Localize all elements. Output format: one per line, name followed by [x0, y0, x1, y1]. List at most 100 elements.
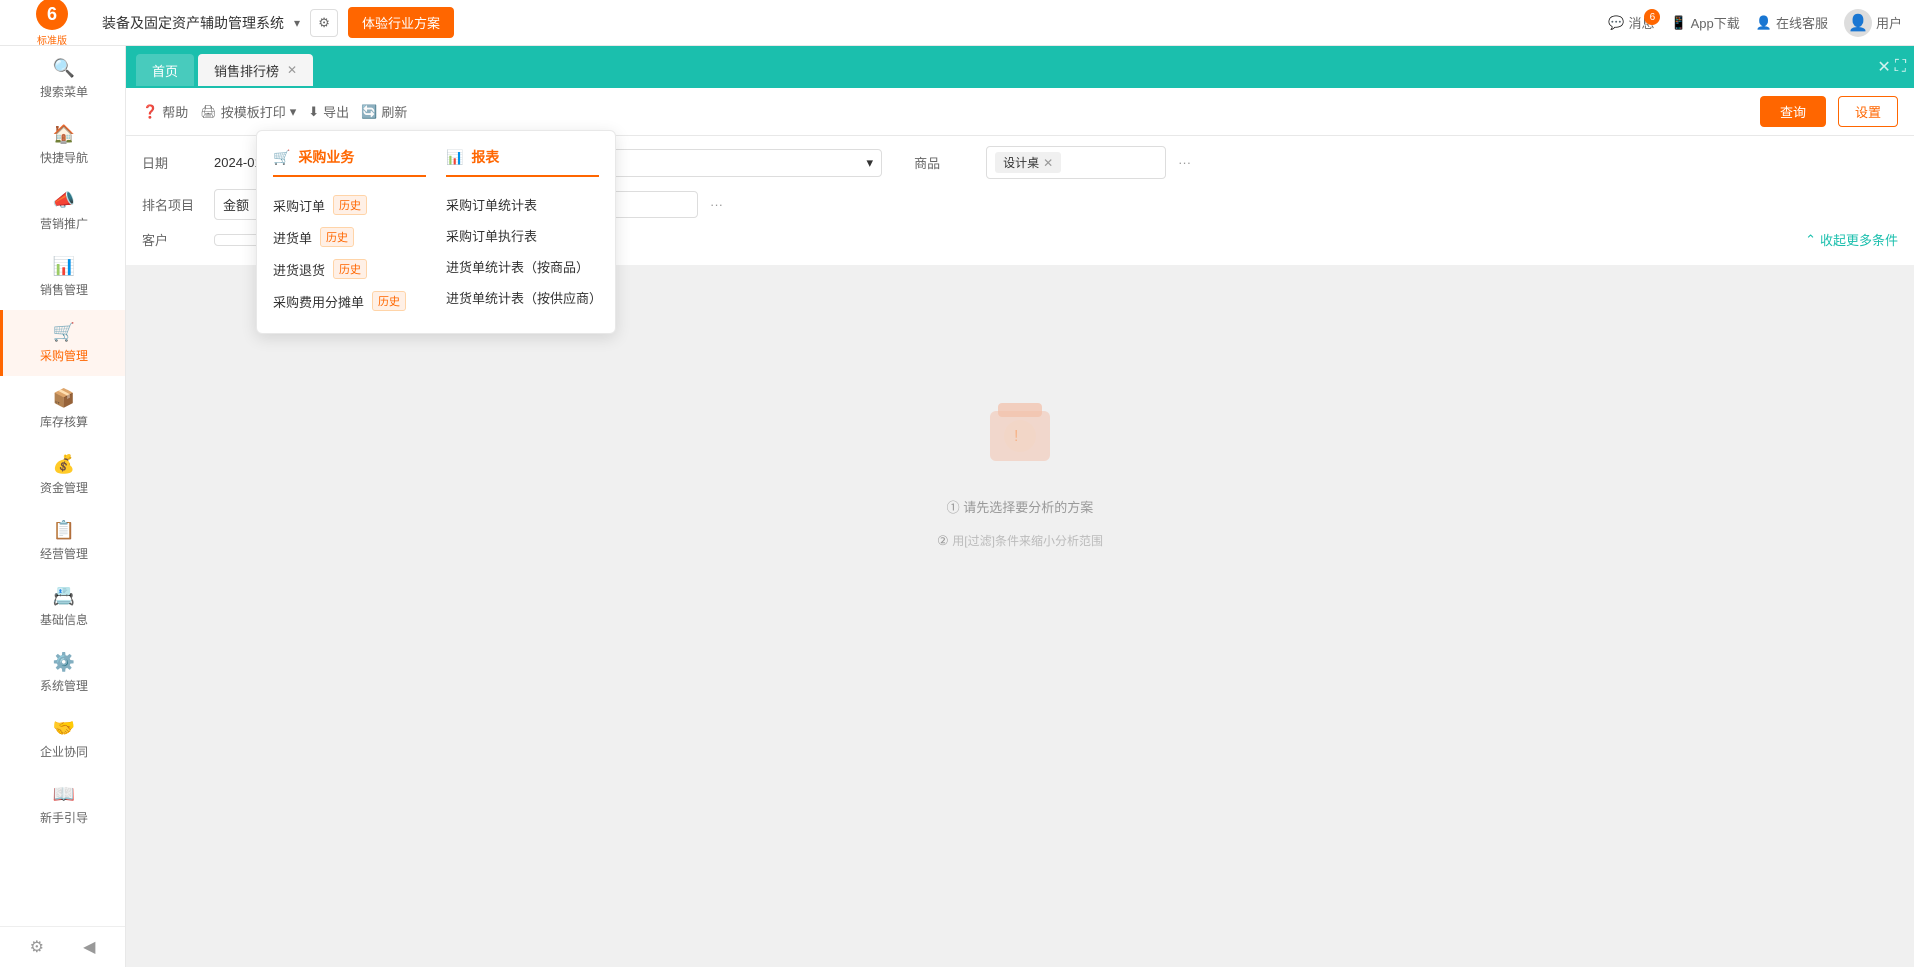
- set-btn[interactable]: 设置: [1838, 96, 1898, 127]
- message-badge: 6: [1644, 9, 1660, 25]
- purchase-menu-icon: 🛒: [273, 149, 290, 166]
- sidebar-label-enterprise: 企业协同: [40, 743, 88, 760]
- refresh-btn[interactable]: 🔄 刷新: [361, 102, 407, 121]
- help-icon: ❓: [142, 104, 158, 120]
- enterprise-icon: 🤝: [53, 718, 75, 739]
- sidebar-label-guide: 新手引导: [40, 809, 88, 826]
- menu-item-inbound[interactable]: 进货单 历史: [273, 221, 426, 253]
- main-layout: 🔍 搜索菜单 🏠 快捷导航 📣 营销推广 📊 销售管理 🛒 采购管理 📦: [0, 46, 1914, 967]
- menu-item-purchase-cost[interactable]: 采购费用分摊单 历史: [273, 285, 426, 317]
- service-icon: 👤: [1756, 15, 1772, 31]
- inbound-stats-supplier-label: 进货单统计表（按供应商）: [446, 288, 599, 307]
- empty-tip2-text: 用[过滤]条件来缩小分析范围: [952, 534, 1103, 548]
- inventory-icon: 📦: [53, 388, 75, 409]
- message-icon: 💬: [1608, 15, 1624, 31]
- sidebar-label-operations: 经营管理: [40, 545, 88, 562]
- sales-icon: 📊: [53, 256, 75, 277]
- export-icon: ⬇: [308, 104, 319, 120]
- marketing-icon: 📣: [53, 190, 75, 211]
- system-title: 装备及固定资产辅助管理系统: [102, 13, 284, 33]
- purchase-order-label: 采购订单: [273, 196, 325, 215]
- sidebar-item-enterprise[interactable]: 🤝 企业协同: [0, 706, 125, 772]
- sidebar-label-quick-nav: 快捷导航: [40, 149, 88, 166]
- svg-text:!: !: [1014, 428, 1018, 445]
- print-icon: 🖨: [200, 104, 217, 120]
- tab-expand-btn[interactable]: ⛶: [1895, 58, 1906, 76]
- collapse-up-icon: ⌃: [1805, 232, 1816, 248]
- sidebar-label-finance: 资金管理: [40, 479, 88, 496]
- tab-bar: 首页 销售排行榜 ✕ ✕ ⛶: [126, 46, 1914, 88]
- reports-col-title: 📊 报表: [446, 147, 599, 177]
- tab-home[interactable]: 首页: [136, 54, 194, 86]
- menu-item-purchase-order[interactable]: 采购订单 历史: [273, 189, 426, 221]
- finance-icon: 💰: [53, 454, 75, 475]
- goods-tag-remove-btn[interactable]: ✕: [1043, 156, 1053, 170]
- hist-badge-4[interactable]: 历史: [372, 291, 406, 311]
- export-label: 导出: [323, 102, 349, 121]
- avatar-icon: 👤: [1844, 9, 1872, 37]
- operations-icon: 📋: [53, 520, 75, 541]
- po-stats-label: 采购订单统计表: [446, 195, 537, 214]
- sidebar-item-search[interactable]: 🔍 搜索菜单: [0, 46, 125, 112]
- sidebar-item-sales[interactable]: 📊 销售管理: [0, 244, 125, 310]
- user-label: 用户: [1876, 13, 1902, 32]
- sidebar-item-system[interactable]: ⚙️ 系统管理: [0, 640, 125, 706]
- user-btn[interactable]: 👤 用户: [1844, 9, 1902, 37]
- sidebar-item-quick-nav[interactable]: 🏠 快捷导航: [0, 112, 125, 178]
- query-btn[interactable]: 查询: [1760, 96, 1826, 127]
- app-download-btn[interactable]: 📱 App下载: [1670, 13, 1739, 32]
- tab-sales-rank-label: 销售排行榜: [214, 61, 279, 80]
- tab-close-all-btn[interactable]: ✕: [1877, 57, 1890, 77]
- search-icon: 🔍: [53, 58, 75, 79]
- goods-tag-label: 设计桌: [1003, 154, 1039, 171]
- message-btn[interactable]: 💬 消息 6: [1608, 13, 1654, 32]
- hist-badge-1[interactable]: 历史: [333, 195, 367, 215]
- menu-item-inbound-stats-supplier[interactable]: 进货单统计表（按供应商）: [446, 282, 599, 313]
- dropdown-menu: 🛒 采购业务 采购订单 历史 进货单 历史 进货退货: [256, 130, 616, 334]
- refresh-icon: 🔄: [361, 104, 377, 120]
- goods-filter-label: 商品: [914, 153, 974, 172]
- purchase-menu-col: 🛒 采购业务 采购订单 历史 进货单 历史 进货退货: [273, 147, 426, 317]
- sidebar-item-marketing[interactable]: 📣 营销推广: [0, 178, 125, 244]
- empty-tip1: ① 请先选择要分析的方案: [947, 497, 1094, 516]
- goods-input[interactable]: 设计桌 ✕: [986, 146, 1166, 179]
- menu-item-inbound-return[interactable]: 进货退货 历史: [273, 253, 426, 285]
- hist-badge-3[interactable]: 历史: [333, 259, 367, 279]
- goods-dots[interactable]: ···: [1178, 155, 1191, 170]
- toolbar: ❓ 帮助 🖨 按模板打印 ▾ ⬇ 导出 🔄 刷新: [126, 88, 1914, 136]
- industry-btn[interactable]: 体验行业方案: [348, 7, 454, 38]
- logo-area: 6 标准版: [12, 0, 92, 47]
- dropdown-arrow-icon[interactable]: ▾: [294, 16, 300, 30]
- help-btn[interactable]: ❓ 帮助: [142, 102, 188, 121]
- print-btn[interactable]: 🖨 按模板打印 ▾: [200, 102, 296, 121]
- settings-icon-btn[interactable]: ⚙: [310, 9, 338, 37]
- sidebar-item-guide[interactable]: 📖 新手引导: [0, 772, 125, 838]
- menu-item-po-stats[interactable]: 采购订单统计表: [446, 189, 599, 220]
- sidebar-label-basic-info: 基础信息: [40, 611, 88, 628]
- logo-icon: 6: [36, 0, 68, 30]
- sidebar-settings-btn[interactable]: ⚙: [30, 937, 44, 957]
- tab-close-icon[interactable]: ✕: [287, 63, 297, 77]
- online-service-btn[interactable]: 👤 在线客服: [1756, 13, 1828, 32]
- salesman-more-dots[interactable]: ···: [710, 197, 723, 212]
- empty-illustration: !: [970, 381, 1070, 481]
- menu-item-po-exec[interactable]: 采购订单执行表: [446, 220, 599, 251]
- sidebar-item-purchase[interactable]: 🛒 采购管理: [0, 310, 125, 376]
- sidebar-collapse-btn[interactable]: ◀: [83, 937, 95, 957]
- sidebar-item-inventory[interactable]: 📦 库存核算: [0, 376, 125, 442]
- sidebar-bottom: ⚙ ◀: [0, 926, 125, 967]
- sidebar-item-finance[interactable]: 💰 资金管理: [0, 442, 125, 508]
- basic-info-icon: 📇: [53, 586, 75, 607]
- top-right: 💬 消息 6 📱 App下载 👤 在线客服 👤 用户: [1608, 9, 1902, 37]
- tab-sales-rank[interactable]: 销售排行榜 ✕: [198, 54, 313, 86]
- sidebar-item-operations[interactable]: 📋 经营管理: [0, 508, 125, 574]
- sidebar-item-basic-info[interactable]: 📇 基础信息: [0, 574, 125, 640]
- hist-badge-2[interactable]: 历史: [320, 227, 354, 247]
- collapse-btn[interactable]: ⌃ 收起更多条件: [1805, 230, 1898, 249]
- status-select[interactable]: ... ▾: [582, 149, 882, 177]
- menu-item-inbound-stats-goods[interactable]: 进货单统计表（按商品）: [446, 251, 599, 282]
- sidebar-label-inventory: 库存核算: [40, 413, 88, 430]
- home-icon: 🏠: [53, 124, 75, 145]
- export-btn[interactable]: ⬇ 导出: [308, 102, 349, 121]
- collapse-label: 收起更多条件: [1820, 230, 1898, 249]
